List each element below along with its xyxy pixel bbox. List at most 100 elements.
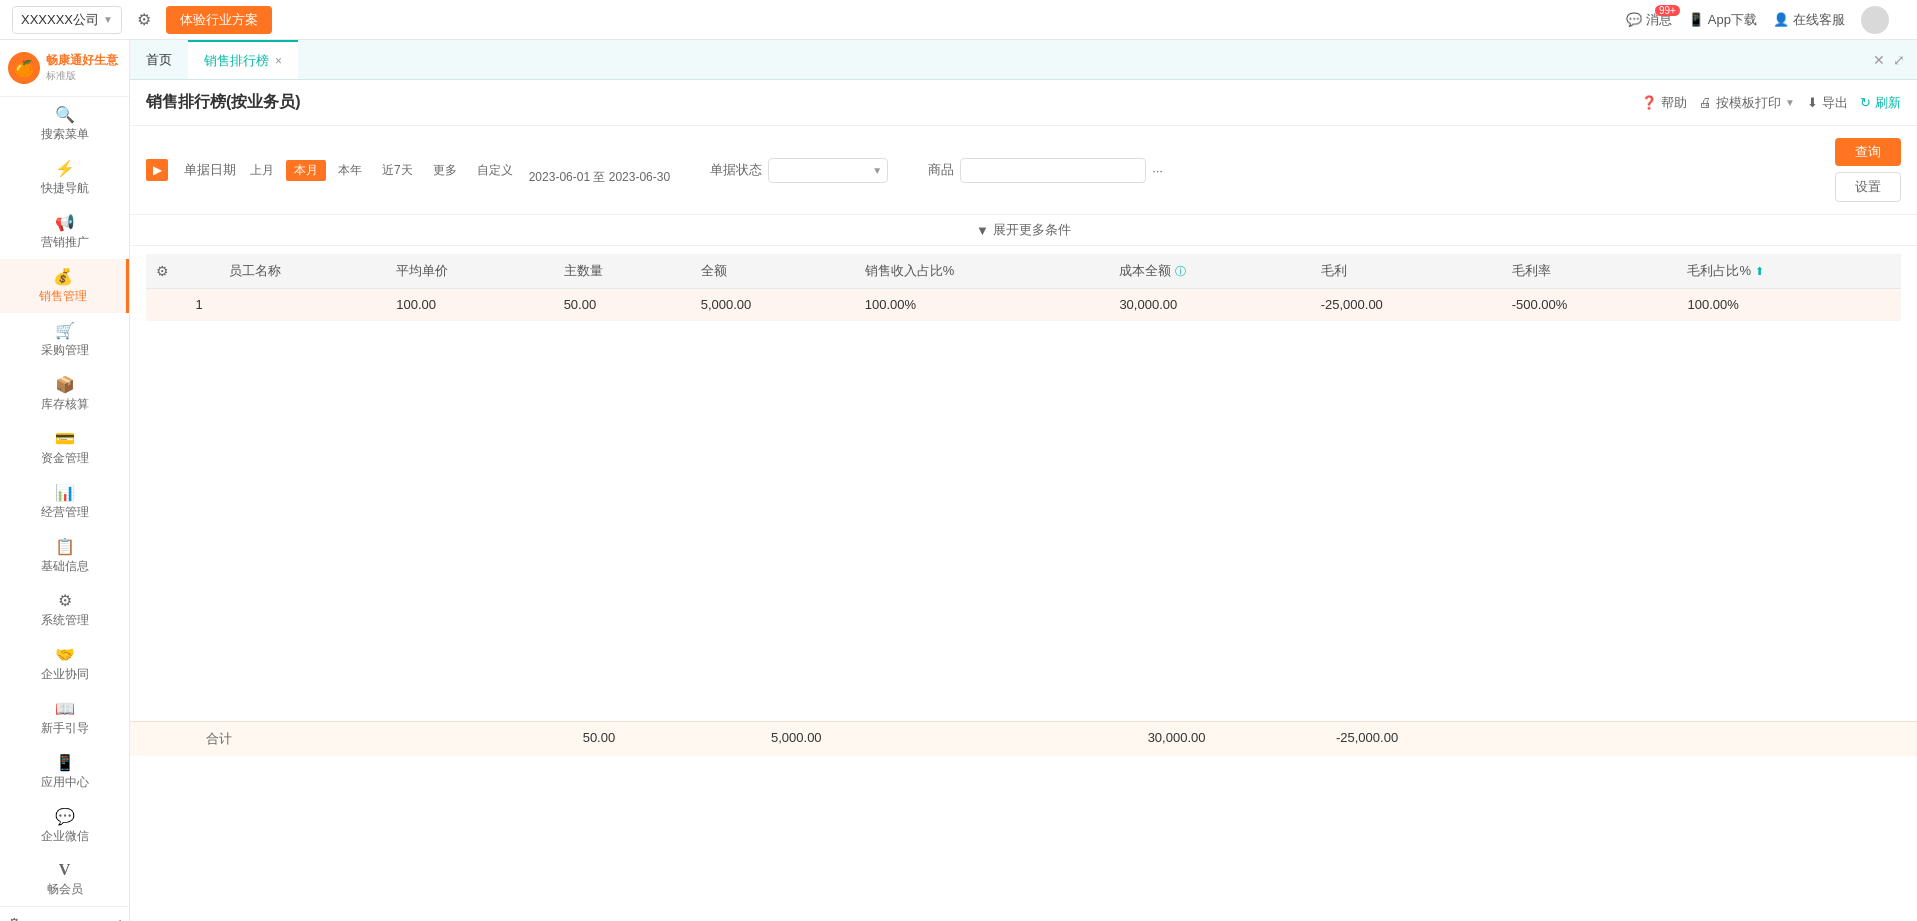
company-name: XXXXXX公司 <box>21 11 99 29</box>
marketing-icon: 📢 <box>55 213 75 232</box>
print-dropdown-icon: ▼ <box>1785 97 1795 108</box>
sidebar-item-inventory[interactable]: 📦 库存核算 <box>0 367 129 421</box>
product-input[interactable] <box>960 158 1146 183</box>
sidebar-item-basic-info[interactable]: 📋 基础信息 <box>0 529 129 583</box>
sidebar-wechat-label: 企业微信 <box>41 828 89 845</box>
filter-toggle-arrow[interactable]: ▶ <box>146 159 168 181</box>
more-filters-label[interactable]: ··· <box>1152 163 1163 178</box>
service-icon: 👤 <box>1773 12 1789 27</box>
search-icon: 🔍 <box>55 105 75 124</box>
online-service-button[interactable]: 👤 在线客服 <box>1773 11 1845 29</box>
col-settings-header[interactable]: ⚙ <box>146 254 179 289</box>
sidebar-quicknav-label: 快捷导航 <box>41 180 89 197</box>
basic-info-icon: 📋 <box>55 537 75 556</box>
sidebar-bottom-settings-icon[interactable]: ⚙ <box>8 915 21 921</box>
tab-home[interactable]: 首页 <box>130 40 188 79</box>
sidebar-purchase-label: 采购管理 <box>41 342 89 359</box>
print-button[interactable]: 🖨 按模板打印 ▼ <box>1699 94 1795 112</box>
cell-settings-0 <box>146 289 179 321</box>
avatar[interactable] <box>1861 6 1889 34</box>
finance-icon: 💳 <box>55 429 75 448</box>
col-name-header: 员工名称 <box>219 254 386 289</box>
print-label: 按模板打印 <box>1716 94 1781 112</box>
settings-button[interactable]: 设置 <box>1835 172 1901 202</box>
expand-more-conditions[interactable]: ▼ 展开更多条件 <box>976 221 1071 239</box>
app-logo: 🍊 畅康通好生意 标准版 <box>0 40 129 97</box>
sidebar-item-enterprise[interactable]: 🤝 企业协同 <box>0 637 129 691</box>
date-more[interactable]: 更多 <box>425 160 465 181</box>
query-button[interactable]: 查询 <box>1835 138 1901 166</box>
footer-gross: -25,000.00 <box>1326 730 1514 748</box>
tab-close-window-icon[interactable]: ✕ <box>1873 52 1885 68</box>
messages-button[interactable]: 💬 消息 99+ <box>1626 11 1672 29</box>
date-this-year[interactable]: 本年 <box>330 160 370 181</box>
status-select[interactable] <box>768 158 888 183</box>
sidebar-item-search[interactable]: 🔍 搜索菜单 <box>0 97 129 151</box>
guide-icon: 📖 <box>55 699 75 718</box>
col-gross-pct-header: 毛利占比% ⬆ <box>1677 254 1901 289</box>
sidebar-item-guide[interactable]: 📖 新手引导 <box>0 691 129 745</box>
date-filter-label: 单据日期 <box>184 161 236 179</box>
app-download-button[interactable]: 📱 App下载 <box>1688 11 1757 29</box>
export-button[interactable]: ⬇ 导出 <box>1807 94 1848 112</box>
col-gross-header: 毛利 <box>1311 254 1502 289</box>
footer-main-qty: 50.00 <box>573 730 761 748</box>
sidebar-item-sales[interactable]: 💰 销售管理 <box>0 259 129 313</box>
tab-sales-ranking[interactable]: 销售排行榜 × <box>188 40 298 79</box>
sidebar-item-operations[interactable]: 📊 经营管理 <box>0 475 129 529</box>
sidebar-item-system[interactable]: ⚙ 系统管理 <box>0 583 129 637</box>
wechat-icon: 💬 <box>55 807 75 826</box>
cell-amount-0: 5,000.00 <box>691 289 855 321</box>
settings-icon[interactable]: ⚙ <box>130 6 158 34</box>
sidebar-item-wechat[interactable]: 💬 企业微信 <box>0 799 129 853</box>
app-download-label: App下载 <box>1708 11 1757 29</box>
logo-sub: 标准版 <box>46 69 118 83</box>
sidebar-collapse-icon[interactable]: ◀ <box>111 916 121 922</box>
date-current-month[interactable]: 本月 <box>286 160 326 181</box>
col-cost-header: 成本全额 ⓘ <box>1109 254 1310 289</box>
logo-icon: 🍊 <box>8 52 40 84</box>
sidebar-marketing-label: 营销推广 <box>41 234 89 251</box>
date-prev-month[interactable]: 上月 <box>242 160 282 181</box>
sidebar-item-finance[interactable]: 💳 资金管理 <box>0 421 129 475</box>
product-filter-label: 商品 <box>928 161 954 179</box>
cell-cost-0: 30,000.00 <box>1109 289 1310 321</box>
tab-close-icon[interactable]: × <box>275 54 282 68</box>
sidebar-item-app-center[interactable]: 📱 应用中心 <box>0 745 129 799</box>
date-7days[interactable]: 近7天 <box>374 160 421 181</box>
sales-icon: 💰 <box>53 267 73 286</box>
sidebar-search-label: 搜索菜单 <box>41 126 89 143</box>
sidebar-item-member[interactable]: V 畅会员 <box>0 853 129 906</box>
quicknav-icon: ⚡ <box>55 159 75 178</box>
cell-gross-0: -25,000.00 <box>1311 289 1502 321</box>
cell-sales-pct-0: 100.00% <box>855 289 1110 321</box>
sidebar-app-center-label: 应用中心 <box>41 774 89 791</box>
footer-sales-pct <box>949 730 1137 748</box>
date-range-display: 2023-06-01 至 2023-06-30 <box>529 169 670 186</box>
help-button[interactable]: ❓ 帮助 <box>1641 94 1687 112</box>
app-icon: 📱 <box>1688 12 1704 27</box>
purchase-icon: 🛒 <box>55 321 75 340</box>
cell-qty-0: 50.00 <box>554 289 691 321</box>
tab-maximize-icon[interactable]: ⤢ <box>1893 52 1905 68</box>
footer-gross-pct <box>1703 730 1891 748</box>
footer-avg-price <box>384 730 572 748</box>
online-service-label: 在线客服 <box>1793 11 1845 29</box>
footer-total-label: 合计 <box>156 730 384 748</box>
footer-amount: 5,000.00 <box>761 730 949 748</box>
refresh-button[interactable]: ↻ 刷新 <box>1860 94 1901 112</box>
cell-rank-0: 1 <box>179 289 219 321</box>
trial-button[interactable]: 体验行业方案 <box>166 6 272 34</box>
company-select[interactable]: XXXXXX公司 ▼ <box>12 6 122 34</box>
sidebar-item-marketing[interactable]: 📢 营销推广 <box>0 205 129 259</box>
expand-label: 展开更多条件 <box>993 221 1071 239</box>
refresh-icon: ↻ <box>1860 95 1871 110</box>
system-icon: ⚙ <box>58 591 72 610</box>
sidebar-enterprise-label: 企业协同 <box>41 666 89 683</box>
help-icon: ❓ <box>1641 95 1657 110</box>
sidebar-item-quicknav[interactable]: ⚡ 快捷导航 <box>0 151 129 205</box>
sidebar-item-purchase[interactable]: 🛒 采购管理 <box>0 313 129 367</box>
table-settings-icon[interactable]: ⚙ <box>156 263 169 279</box>
sidebar-member-label: 畅会员 <box>47 881 83 898</box>
date-custom[interactable]: 自定义 <box>469 160 521 181</box>
